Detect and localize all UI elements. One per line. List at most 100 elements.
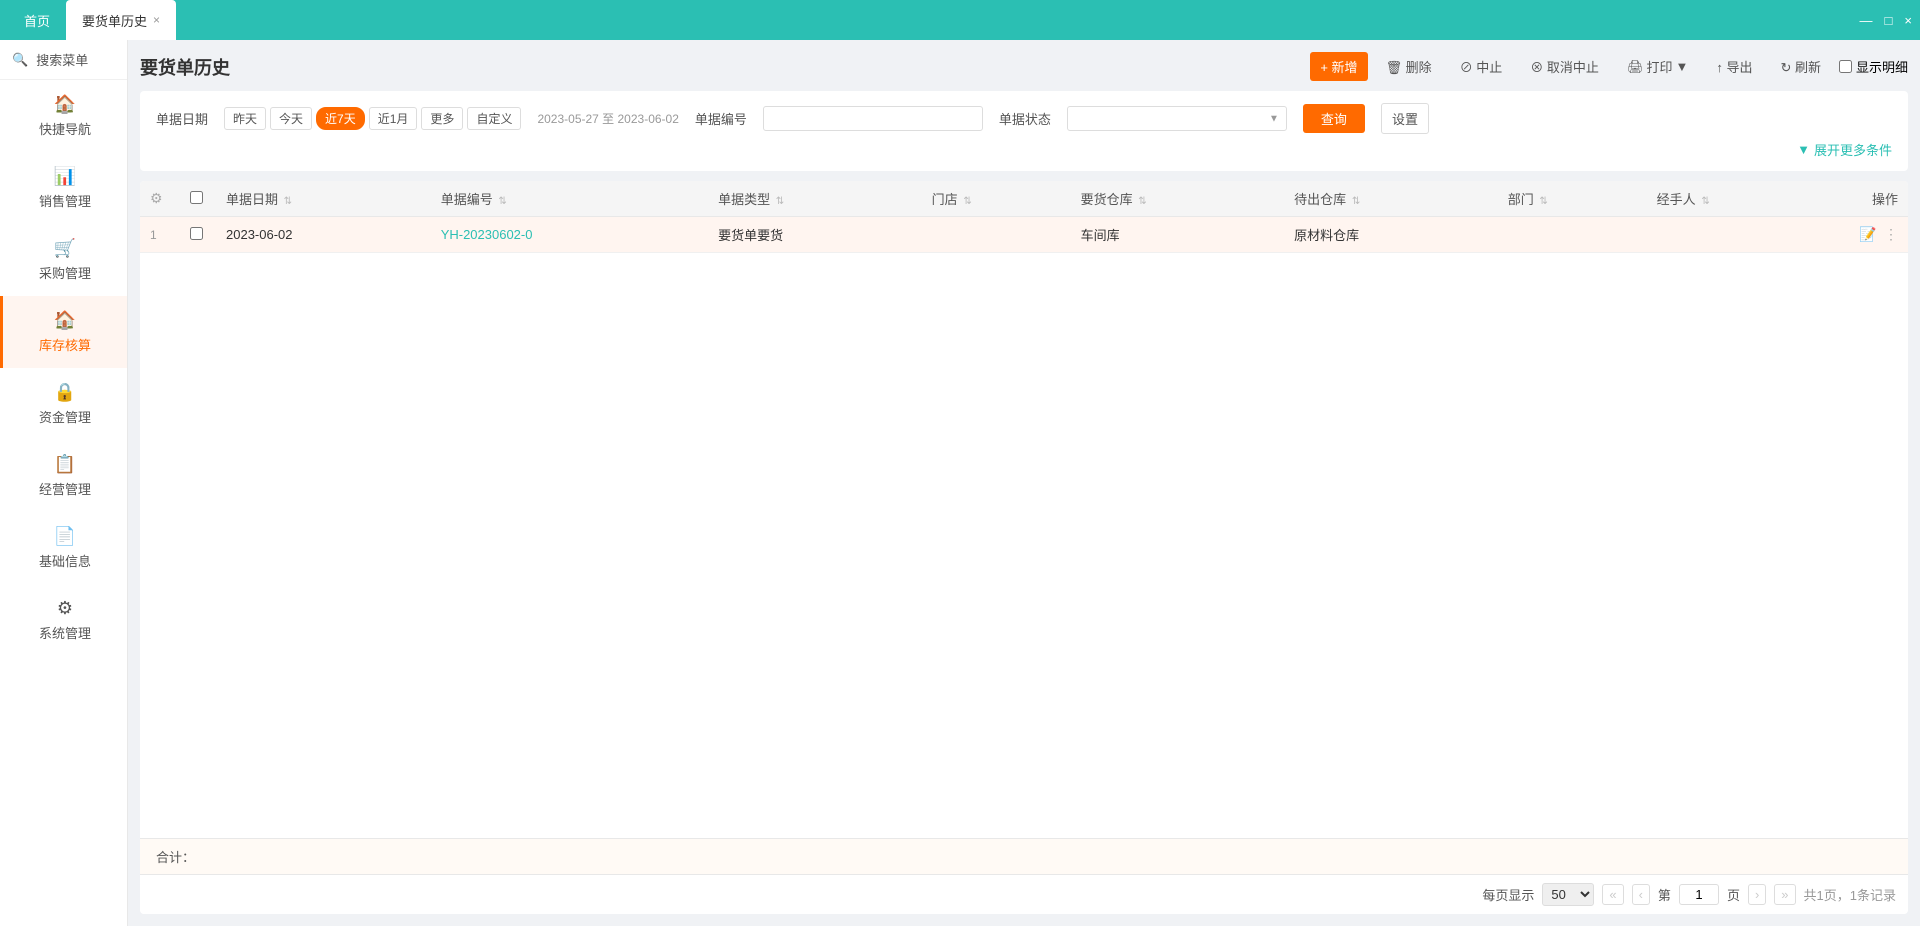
refresh-button[interactable]: ↻ 刷新 bbox=[1770, 52, 1831, 81]
data-table: ⚙ 单据日期 ⇅ 单据编号 ⇅ bbox=[140, 181, 1908, 253]
table-settings-icon[interactable]: ⚙ bbox=[150, 190, 163, 206]
sidebar-item-purchase-mgmt[interactable]: 🛒 采购管理 bbox=[0, 224, 127, 296]
row-more-icon[interactable]: ⋮ bbox=[1884, 226, 1898, 242]
status-label: 单据状态 bbox=[999, 109, 1051, 128]
col-action-header: 操作 bbox=[1828, 181, 1908, 217]
date-btn-1month[interactable]: 近1月 bbox=[369, 107, 418, 130]
search-icon: 🔍 bbox=[12, 52, 28, 68]
sidebar-item-basic-info[interactable]: 📄 基础信息 bbox=[0, 512, 127, 584]
table-head: ⚙ 单据日期 ⇅ 单据编号 ⇅ bbox=[140, 181, 1908, 217]
date-btn-custom[interactable]: 自定义 bbox=[467, 107, 521, 130]
expand-filter-btn[interactable]: ▼ 展开更多条件 bbox=[1797, 140, 1892, 159]
page-title: 要货单历史 bbox=[140, 54, 1310, 80]
col-checkbox bbox=[180, 181, 216, 217]
add-button[interactable]: + 新增 bbox=[1310, 52, 1367, 81]
row-checkbox[interactable] bbox=[190, 227, 203, 240]
row-reqwarehouse-cell: 车间库 bbox=[1071, 217, 1285, 253]
cancel-stop-button[interactable]: ⊗ 取消中止 bbox=[1520, 52, 1609, 81]
next-page-btn[interactable]: › bbox=[1748, 884, 1766, 905]
row-num: 1 bbox=[150, 228, 157, 242]
table-wrap: ⚙ 单据日期 ⇅ 单据编号 ⇅ bbox=[140, 181, 1908, 914]
tab-purchase-history[interactable]: 要货单历史 × bbox=[66, 0, 176, 40]
row-handler-cell bbox=[1647, 217, 1828, 253]
status-select[interactable] bbox=[1067, 106, 1287, 131]
settings-btn[interactable]: 设置 bbox=[1381, 103, 1429, 134]
tab-close-icon[interactable]: × bbox=[153, 13, 160, 27]
date-range-display: 2023-05-27 至 2023-06-02 bbox=[537, 110, 678, 127]
row-edit-icon[interactable]: 📝 bbox=[1859, 226, 1876, 242]
table-footer: 合计： bbox=[140, 838, 1908, 874]
status-select-wrap bbox=[1067, 106, 1287, 131]
docno-col-label: 单据编号 bbox=[441, 192, 493, 207]
row-action-cell: 📝 ⋮ bbox=[1828, 217, 1908, 253]
store-sort-icon[interactable]: ⇅ bbox=[963, 196, 971, 207]
maximize-icon[interactable]: □ bbox=[1885, 13, 1893, 28]
sidebar-item-inventory[interactable]: 🏠 库存核算 bbox=[0, 296, 127, 368]
pendingwarehouse-sort-icon[interactable]: ⇅ bbox=[1352, 196, 1360, 207]
date-btn-more[interactable]: 更多 bbox=[421, 107, 463, 130]
table-row: 1 2023-06-02 YH-20230602-0 要货单要货 车间库 原材料… bbox=[140, 217, 1908, 253]
sidebar-item-sales-mgmt[interactable]: 📊 销售管理 bbox=[0, 152, 127, 224]
show-detail-checkbox-wrap[interactable]: 显示明细 bbox=[1839, 57, 1908, 76]
sidebar-item-finance[interactable]: 🔒 资金管理 bbox=[0, 368, 127, 440]
show-detail-label: 显示明细 bbox=[1856, 57, 1908, 76]
first-page-btn[interactable]: « bbox=[1602, 884, 1623, 905]
row-doctype-cell: 要货单要货 bbox=[708, 217, 922, 253]
sidebar-item-quick-nav[interactable]: 🏠 快捷导航 bbox=[0, 80, 127, 152]
inventory-icon: 🏠 bbox=[54, 310, 76, 331]
pagination-info: 共1页，1条记录 bbox=[1804, 885, 1896, 904]
sidebar-item-sys-mgmt[interactable]: ⚙ 系统管理 bbox=[0, 584, 127, 656]
select-all-checkbox[interactable] bbox=[190, 191, 203, 204]
handler-sort-icon[interactable]: ⇅ bbox=[1701, 196, 1709, 207]
row-num-cell: 1 bbox=[140, 217, 180, 253]
prev-page-btn[interactable]: ‹ bbox=[1632, 884, 1650, 905]
reqwarehouse-sort-icon[interactable]: ⇅ bbox=[1138, 196, 1146, 207]
row-docno-link[interactable]: YH-20230602-0 bbox=[441, 227, 533, 242]
basic-info-icon: 📄 bbox=[54, 526, 76, 547]
date-btn-7days[interactable]: 近7天 bbox=[316, 107, 365, 130]
minimize-icon[interactable]: — bbox=[1860, 13, 1873, 28]
doctype-col-label: 单据类型 bbox=[718, 192, 770, 207]
filter-expand-row: ▼ 展开更多条件 bbox=[156, 140, 1892, 159]
print-dropdown-icon: ▼ bbox=[1675, 59, 1688, 74]
pagination: 每页显示 20 50 100 200 « ‹ 第 页 › » 共1页，1条记录 bbox=[140, 874, 1908, 914]
col-handler-header: 经手人 ⇅ bbox=[1647, 181, 1828, 217]
reqwarehouse-col-label: 要货仓库 bbox=[1081, 192, 1133, 207]
delete-button[interactable]: 🗑 删除 bbox=[1376, 52, 1442, 81]
docno-sort-icon[interactable]: ⇅ bbox=[498, 196, 506, 207]
top-nav: 首页 要货单历史 × — □ × bbox=[0, 0, 1920, 40]
tab-home[interactable]: 首页 bbox=[8, 0, 66, 40]
row-store-cell bbox=[922, 217, 1071, 253]
sidebar-item-ops[interactable]: 📋 经营管理 bbox=[0, 440, 127, 512]
doctype-sort-icon[interactable]: ⇅ bbox=[776, 196, 784, 207]
print-button[interactable]: 🖨 打印 ▼ bbox=[1617, 52, 1698, 81]
filter-area: 单据日期 昨天 今天 近7天 近1月 更多 自定义 2023-05-27 至 2… bbox=[140, 91, 1908, 171]
date-btn-yesterday[interactable]: 昨天 bbox=[224, 107, 266, 130]
stop-button[interactable]: ⊘ 中止 bbox=[1450, 52, 1513, 81]
date-btn-today[interactable]: 今天 bbox=[270, 107, 312, 130]
col-date-header: 单据日期 ⇅ bbox=[216, 181, 431, 217]
row-checkbox-cell bbox=[180, 217, 216, 253]
handler-col-label: 经手人 bbox=[1657, 192, 1696, 207]
doc-no-label: 单据编号 bbox=[695, 109, 747, 128]
close-window-icon[interactable]: × bbox=[1904, 13, 1912, 28]
store-col-label: 门店 bbox=[932, 192, 958, 207]
pendingwarehouse-col-label: 待出仓库 bbox=[1294, 192, 1346, 207]
ops-icon: 📋 bbox=[54, 454, 76, 475]
date-btns: 昨天 今天 近7天 近1月 更多 自定义 bbox=[224, 107, 521, 130]
export-button[interactable]: ↑ 导出 bbox=[1706, 52, 1762, 81]
sales-icon: 📊 bbox=[54, 166, 76, 187]
doc-no-input[interactable] bbox=[763, 106, 983, 131]
query-button[interactable]: 查询 bbox=[1303, 104, 1365, 133]
show-detail-checkbox[interactable] bbox=[1839, 60, 1852, 73]
sidebar-search[interactable]: 🔍 搜索菜单 bbox=[0, 40, 127, 80]
dept-sort-icon[interactable]: ⇅ bbox=[1539, 196, 1547, 207]
page-unit: 页 bbox=[1727, 885, 1740, 904]
quick-nav-icon: 🏠 bbox=[54, 94, 76, 115]
last-page-btn[interactable]: » bbox=[1774, 884, 1795, 905]
filter-row-1: 单据日期 昨天 今天 近7天 近1月 更多 自定义 2023-05-27 至 2… bbox=[156, 103, 1892, 134]
page-input[interactable] bbox=[1679, 884, 1719, 905]
date-sort-icon[interactable]: ⇅ bbox=[284, 196, 292, 207]
sidebar: 🔍 搜索菜单 🏠 快捷导航 📊 销售管理 🛒 采购管理 🏠 库存核算 🔒 资金管… bbox=[0, 40, 128, 926]
page-size-select[interactable]: 20 50 100 200 bbox=[1542, 883, 1594, 906]
